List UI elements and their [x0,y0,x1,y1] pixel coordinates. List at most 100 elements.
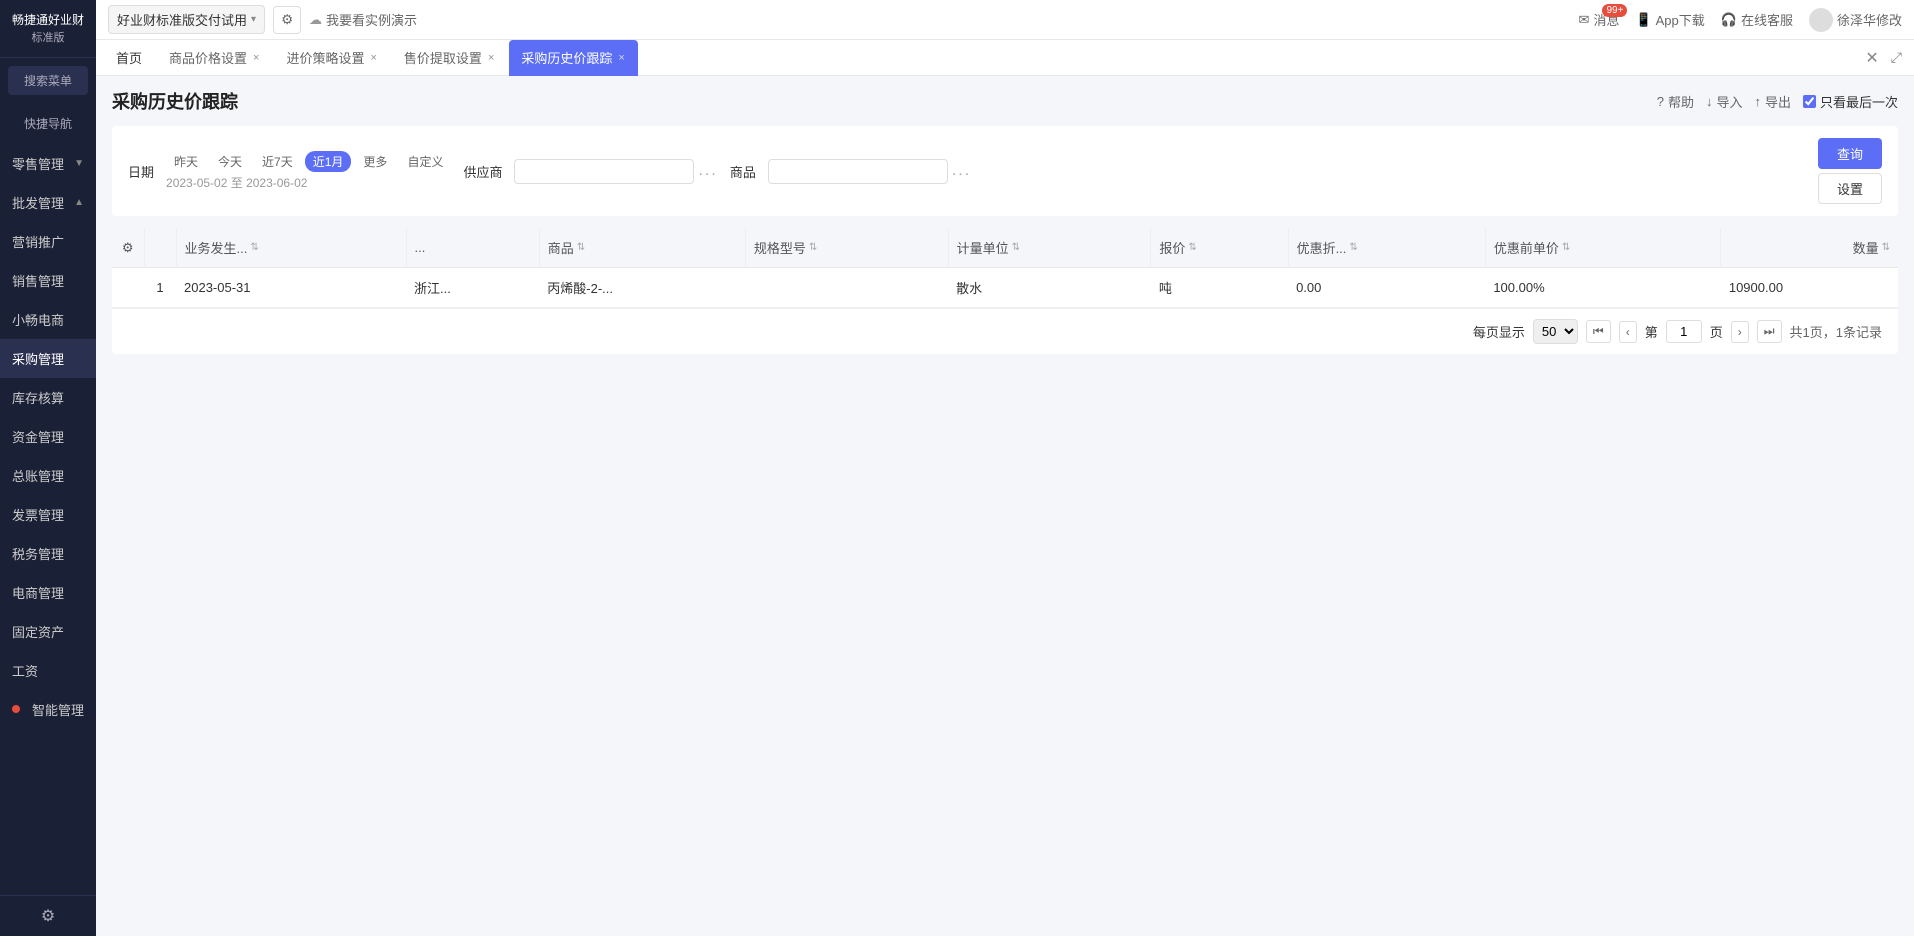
sidebar-bottom: ⚙ [0,895,96,936]
tab-sale-price-close[interactable]: × [488,52,494,64]
sidebar-item-marketing[interactable]: 营销推广 [0,222,96,261]
sort-quantity-icon[interactable]: ⇅ [1882,242,1890,253]
sidebar-item-sales[interactable]: 销售管理 [0,261,96,300]
tab-strategy[interactable]: 进价策略设置 × [274,40,389,76]
tabs-close-button[interactable]: ✕ [1861,46,1882,70]
date-btn-yesterday[interactable]: 昨天 [166,151,206,172]
per-page-label: 每页显示 [1473,322,1525,341]
th-spec: 规格型号 ⇅ [745,228,948,268]
sidebar-item-inventory[interactable]: 库存核算 [0,378,96,417]
product-input[interactable] [768,159,948,184]
tab-strategy-close[interactable]: × [370,52,376,64]
version-selector[interactable]: 好业财标准版交付试用 ▾ [108,5,265,34]
sidebar-item-label: 资金管理 [12,427,64,446]
last-page-button[interactable]: ⏭ [1757,320,1782,343]
search-menu-button[interactable]: 搜索菜单 [8,66,88,95]
date-range-display: 2023-05-02 至 2023-06-02 [166,174,451,191]
only-latest-checkbox[interactable] [1803,95,1816,108]
row-unit: 散水 [956,281,982,296]
row-gear-cell [112,268,144,308]
sidebar-item-ledger[interactable]: 总账管理 [0,456,96,495]
demo-link[interactable]: ☁ 我要看实例演示 [309,10,417,29]
sidebar-item-ecommerce[interactable]: 电商管理 [0,573,96,612]
th-unit-label: 计量单位 [957,238,1009,257]
sort-spec-icon[interactable]: ⇅ [809,242,817,253]
next-page-button[interactable]: › [1731,321,1749,343]
sort-pre-discount-icon[interactable]: ⇅ [1562,242,1570,253]
app-label: App下载 [1656,10,1705,29]
sidebar-item-intelligent[interactable]: 智能管理 [0,690,96,729]
sidebar-item-label: 营销推广 [12,232,64,251]
message-button[interactable]: ✉ 消息 99+ [1579,10,1620,29]
user-profile-button[interactable]: 徐泽华修改 [1809,8,1902,32]
sidebar-item-wholesale[interactable]: 批发管理 ▲ [0,183,96,222]
sidebar-item-purchase[interactable]: 采购管理 [0,339,96,378]
date-btn-1month[interactable]: 近1月 [305,151,352,172]
sidebar-item-label: 总账管理 [12,466,64,485]
sort-discount-icon[interactable]: ⇅ [1349,242,1357,253]
chevron-down-icon: ▾ [251,14,256,25]
tab-history-close[interactable]: × [618,52,624,64]
help-link[interactable]: ? 帮助 [1657,92,1694,111]
sidebar-item-label: 工资 [12,661,38,680]
sort-date-icon[interactable]: ⇅ [250,242,258,253]
sidebar-item-tax[interactable]: 税务管理 [0,534,96,573]
tabs-expand-button[interactable]: ⤢ [1887,47,1906,68]
tab-price-close[interactable]: × [253,52,259,64]
prev-page-button[interactable]: ‹ [1619,321,1637,343]
sidebar-item-finance[interactable]: 资金管理 [0,417,96,456]
th-num [144,228,176,268]
service-label: 在线客服 [1741,10,1793,29]
tabs-bar: 首页 商品价格设置 × 进价策略设置 × 售价提取设置 × 采购历史价跟踪 × … [96,40,1914,76]
gear-icon[interactable]: ⚙ [122,240,134,255]
sort-unit-icon[interactable]: ⇅ [1012,242,1020,253]
per-page-select[interactable]: 50 [1533,319,1578,344]
sidebar-item-ecommerce-small[interactable]: 小畅电商 [0,300,96,339]
main-area: 好业财标准版交付试用 ▾ ⚙ ☁ 我要看实例演示 ✉ 消息 99+ 📱 App下… [96,0,1914,936]
sidebar-menu: 零售管理 ▼ 批发管理 ▲ 营销推广 销售管理 小畅电商 采购管理 库存核算 资… [0,144,96,895]
supplier-dots-button[interactable]: ... [698,162,717,180]
tab-price[interactable]: 商品价格设置 × [157,40,272,76]
date-btn-more[interactable]: 更多 [355,151,395,172]
sidebar-item-assets[interactable]: 固定资产 [0,612,96,651]
date-buttons: 昨天 今天 近7天 近1月 更多 自定义 [166,151,451,172]
sort-product-icon[interactable]: ⇅ [577,242,585,253]
date-btn-7days[interactable]: 近7天 [254,151,301,172]
sidebar-item-invoice[interactable]: 发票管理 [0,495,96,534]
quick-nav-button[interactable]: 快捷导航 [8,109,88,138]
th-pre-discount-label: 优惠前单价 [1494,238,1559,257]
user-name: 徐泽华修改 [1837,10,1902,29]
sidebar-item-label: 智能管理 [32,700,84,719]
tab-sale-price[interactable]: 售价提取设置 × [392,40,507,76]
sidebar-item-retail[interactable]: 零售管理 ▼ [0,144,96,183]
online-service-button[interactable]: 🎧 在线客服 [1721,10,1793,29]
data-table-wrap: ⚙ 业务发生... ⇅ ... [112,228,1898,354]
th-pre-discount-price: 优惠前单价 ⇅ [1485,228,1721,268]
supplier-input[interactable] [514,159,694,184]
row-price-unit-cell: 吨 [1151,268,1288,308]
settings-button[interactable]: 设置 [1818,173,1882,204]
export-icon: ↑ [1754,94,1761,109]
tab-history[interactable]: 采购历史价跟踪 × [509,40,637,76]
import-icon: ↓ [1706,94,1713,109]
tab-home[interactable]: 首页 [104,40,155,76]
date-btn-custom[interactable]: 自定义 [399,151,451,172]
sidebar-item-label: 采购管理 [12,349,64,368]
tab-price-label: 商品价格设置 [169,48,247,67]
import-link[interactable]: ↓ 导入 [1706,92,1743,111]
topbar-settings-button[interactable]: ⚙ [273,6,301,34]
export-link[interactable]: ↑ 导出 [1754,92,1791,111]
page-number-input[interactable] [1666,320,1702,343]
settings-gear-button[interactable]: ⚙ [41,906,55,926]
first-page-button[interactable]: ⏮ [1586,320,1611,343]
page-suffix-label: 页 [1710,322,1723,341]
query-button[interactable]: 查询 [1818,138,1882,169]
product-dots-button[interactable]: ... [952,162,971,180]
table-header: ⚙ 业务发生... ⇅ ... [112,228,1898,268]
date-btn-today[interactable]: 今天 [210,151,250,172]
row-supplier-cell: 浙江... [406,268,539,308]
sidebar-item-label: 发票管理 [12,505,64,524]
sidebar-item-salary[interactable]: 工资 [0,651,96,690]
sort-price-icon[interactable]: ⇅ [1188,242,1196,253]
app-download-button[interactable]: 📱 App下载 [1635,10,1704,29]
